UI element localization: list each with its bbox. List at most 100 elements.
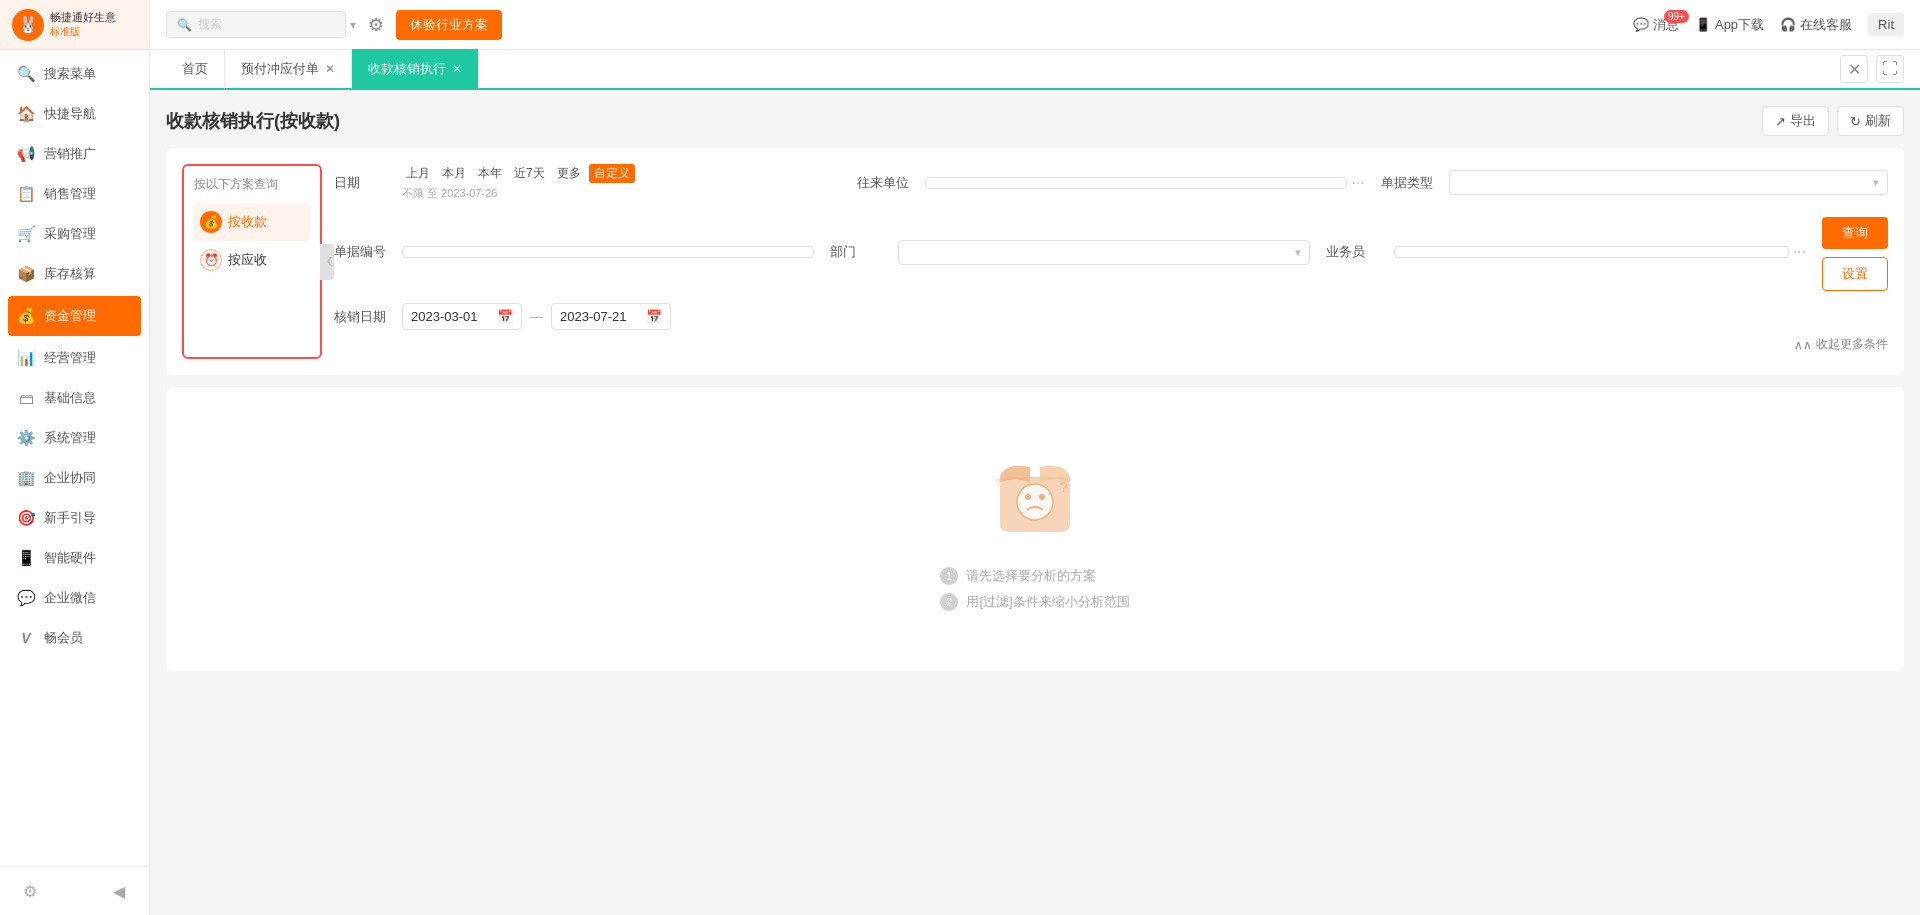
date-btn-more[interactable]: 更多	[553, 164, 585, 183]
sidebar-item-finance[interactable]: 💰 资金管理	[8, 296, 141, 336]
sidebar-item-business[interactable]: 📊 经营管理	[0, 338, 149, 378]
app-icon: 📱	[1695, 17, 1711, 32]
topbar-messages[interactable]: 💬 消息 99+	[1633, 16, 1679, 34]
date-btn-custom[interactable]: 自定义	[589, 164, 635, 183]
search-icon: 🔍	[177, 18, 192, 32]
topbar-app-download[interactable]: 📱 App下载	[1695, 16, 1764, 34]
department-label: 部门	[830, 243, 882, 261]
sidebar-item-inventory[interactable]: 📦 库存核算	[0, 254, 149, 294]
tabbar-actions: ✕ ⛶	[1840, 55, 1904, 83]
date-btn-this-year[interactable]: 本年	[474, 164, 506, 183]
system-icon: ⚙️	[16, 428, 36, 448]
topbar-user[interactable]: Rit	[1868, 13, 1904, 36]
counterparty-dots[interactable]: ···	[1351, 174, 1364, 192]
sidebar-item-basic-info[interactable]: 🗃 基础信息	[0, 378, 149, 418]
write-off-from-value: 2023-03-01	[411, 309, 478, 324]
tab-home-label: 首页	[182, 60, 208, 78]
message-badge: 99+	[1664, 10, 1689, 23]
empty-tips: 1 请先选择要分析的方案 2 用[过滤]条件来缩小分析范围	[940, 567, 1129, 611]
filter-option-by-receipt[interactable]: 💰 按收款	[194, 203, 310, 241]
salesman-input[interactable]	[1394, 246, 1789, 258]
tab-prepay-close[interactable]: ✕	[325, 62, 335, 76]
sidebar-nav: 🔍 搜索菜单 🏠 快捷导航 📢 营销推广 📋 销售管理 🛒 采购管理 📦 库存核…	[0, 50, 149, 866]
tab-prepay[interactable]: 预付冲应付单 ✕	[225, 49, 352, 89]
tabbar: 首页 预付冲应付单 ✕ 收款核销执行 ✕ ✕ ⛶	[150, 50, 1920, 90]
sidebar-item-label: 资金管理	[44, 307, 96, 325]
sidebar-item-member[interactable]: V 畅会员	[0, 618, 149, 658]
filter-option-by-receivable[interactable]: ⏰ 按应收	[194, 241, 310, 279]
topbar-gear-icon[interactable]: ⚙	[368, 14, 384, 36]
tab-collect-label: 收款核销执行	[368, 60, 446, 78]
refresh-button[interactable]: ↻ 刷新	[1837, 106, 1904, 136]
collapse-up-icon: ∧∧	[1794, 338, 1812, 352]
tip-text-1: 请先选择要分析的方案	[966, 567, 1096, 585]
sidebar-item-system[interactable]: ⚙️ 系统管理	[0, 418, 149, 458]
tab-close-all-btn[interactable]: ✕	[1840, 55, 1868, 83]
sidebar-item-label: 销售管理	[44, 185, 96, 203]
write-off-date-label: 核销日期	[334, 308, 386, 326]
sidebar-item-label: 畅会员	[44, 629, 83, 647]
tab-collect-write-off[interactable]: 收款核销执行 ✕	[352, 49, 479, 89]
calendar-to-icon[interactable]: 📅	[646, 309, 662, 324]
guide-icon: 🎯	[16, 508, 36, 528]
username: Rit	[1878, 17, 1894, 32]
topbar-search-box[interactable]: 🔍 搜索	[166, 11, 346, 38]
query-button[interactable]: 查询	[1822, 217, 1888, 249]
counterparty-input[interactable]	[925, 177, 1347, 189]
filter-sidebar-collapse-btn[interactable]: 《	[320, 244, 334, 280]
sales-icon: 📋	[16, 184, 36, 204]
filter-grid: 日期 上月 本月 本年 近7天 更多 自定义 不限 至 2023-07-26	[334, 164, 1888, 359]
sidebar-item-label: 智能硬件	[44, 549, 96, 567]
footer-collapse-icon[interactable]: ◀	[105, 877, 133, 905]
collapse-more-btn[interactable]: ∧∧ 收起更多条件	[334, 330, 1888, 359]
topbar-online-service[interactable]: 🎧 在线客服	[1780, 16, 1852, 34]
topbar-dropdown-icon[interactable]: ▾	[350, 18, 356, 32]
date-btn-7days[interactable]: 近7天	[510, 164, 549, 183]
sidebar-item-marketing[interactable]: 📢 营销推广	[0, 134, 149, 174]
main-content: 🔍 搜索 ▾ ⚙ 休验行业方案 💬 消息 99+ 📱 App下载 🎧 在线客服	[150, 0, 1920, 915]
doc-no-input[interactable]	[402, 246, 814, 258]
filter-panel: 按以下方案查询 💰 按收款 ⏰ 按应收 《 日期	[166, 148, 1904, 375]
svg-text:?: ?	[1060, 479, 1068, 495]
topbar-left: 🔍 搜索 ▾ ⚙ 休验行业方案	[166, 10, 1633, 40]
service-icon: 🎧	[1780, 17, 1796, 32]
write-off-date-from[interactable]: 2023-03-01 📅	[402, 303, 522, 330]
sidebar-item-label: 企业微信	[44, 589, 96, 607]
industry-btn[interactable]: 休验行业方案	[396, 10, 502, 40]
settings-button[interactable]: 设置	[1822, 257, 1888, 291]
department-select[interactable]: ▾	[898, 240, 1310, 265]
doc-no-label: 单据编号	[334, 243, 386, 261]
sidebar-item-label: 快捷导航	[44, 105, 96, 123]
footer-settings-icon[interactable]: ⚙	[16, 877, 44, 905]
salesman-dots[interactable]: ···	[1793, 243, 1806, 261]
empty-tip-1: 1 请先选择要分析的方案	[940, 567, 1129, 585]
write-off-date-to[interactable]: 2023-07-21 📅	[551, 303, 671, 330]
svg-point-2	[1025, 494, 1031, 500]
sidebar-item-label: 企业协同	[44, 469, 96, 487]
sidebar-item-purchase[interactable]: 🛒 采购管理	[0, 214, 149, 254]
export-button[interactable]: ↗ 导出	[1762, 106, 1829, 136]
export-icon: ↗	[1775, 114, 1786, 129]
sidebar-item-label: 营销推广	[44, 145, 96, 163]
tab-collect-close[interactable]: ✕	[452, 62, 462, 76]
topbar-right: 💬 消息 99+ 📱 App下载 🎧 在线客服 Rit	[1633, 13, 1904, 36]
finance-icon: 💰	[16, 306, 36, 326]
date-btn-last-month[interactable]: 上月	[402, 164, 434, 183]
wechat-icon: 💬	[16, 588, 36, 608]
sidebar-item-enterprise[interactable]: 🏢 企业协同	[0, 458, 149, 498]
sidebar-item-label: 搜索菜单	[44, 65, 96, 83]
purchase-icon: 🛒	[16, 224, 36, 244]
sidebar-item-search-menu[interactable]: 🔍 搜索菜单	[0, 54, 149, 94]
sidebar-item-quick-nav[interactable]: 🏠 快捷导航	[0, 94, 149, 134]
marketing-icon: 📢	[16, 144, 36, 164]
calendar-from-icon[interactable]: 📅	[497, 309, 513, 324]
sidebar-item-hardware[interactable]: 📱 智能硬件	[0, 538, 149, 578]
sidebar-item-sales[interactable]: 📋 销售管理	[0, 174, 149, 214]
member-icon: V	[16, 628, 36, 648]
tab-expand-btn[interactable]: ⛶	[1876, 55, 1904, 83]
tab-home[interactable]: 首页	[166, 49, 225, 89]
doc-type-select[interactable]: ▾	[1449, 170, 1888, 195]
sidebar-item-guide[interactable]: 🎯 新手引导	[0, 498, 149, 538]
date-btn-this-month[interactable]: 本月	[438, 164, 470, 183]
sidebar-item-wechat[interactable]: 💬 企业微信	[0, 578, 149, 618]
